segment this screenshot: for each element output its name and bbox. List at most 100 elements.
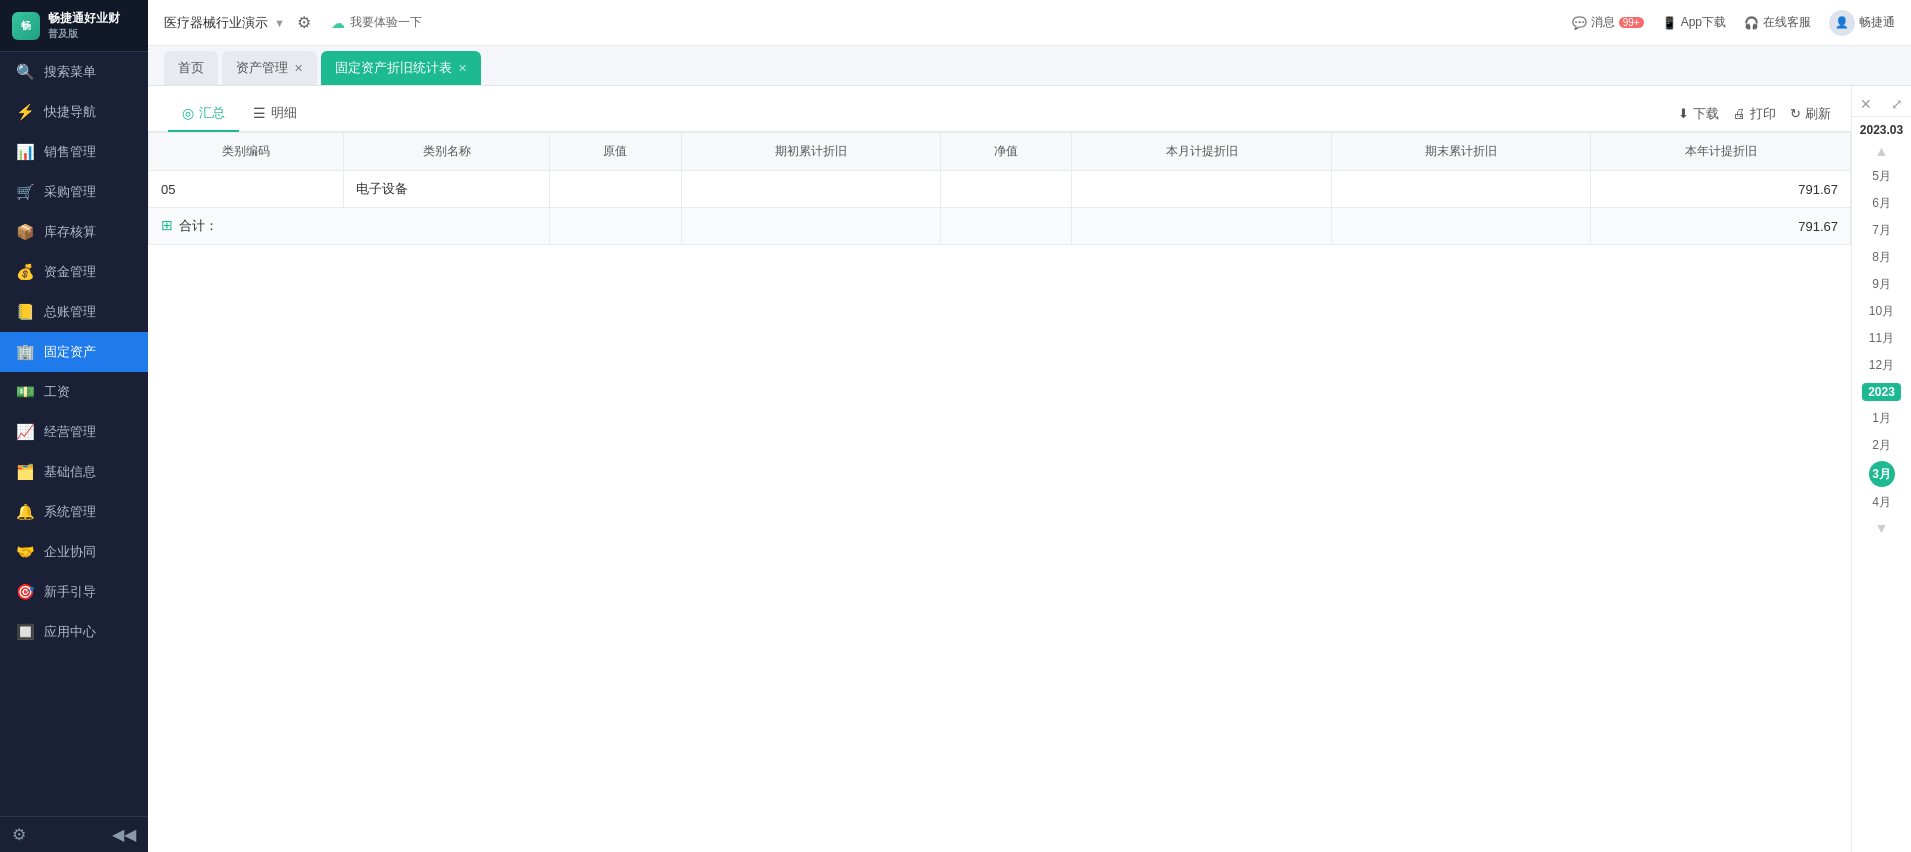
app-icon: 🔲 — [16, 623, 34, 641]
month-4[interactable]: 4月 — [1852, 489, 1911, 516]
app-download-button[interactable]: 📱 App下载 — [1662, 14, 1726, 31]
app-edition: 普及版 — [48, 27, 120, 41]
col-name: 类别名称 — [344, 133, 550, 171]
sidebar-item-label: 快捷导航 — [44, 103, 96, 121]
cell-net-value — [941, 171, 1072, 208]
close-asset-mgmt-tab[interactable]: ✕ — [294, 62, 303, 75]
sidebar-item-label: 库存核算 — [44, 223, 96, 241]
cell-accum-dep — [681, 171, 941, 208]
username: 畅捷通 — [1859, 14, 1895, 31]
print-button[interactable]: 🖨 打印 — [1733, 105, 1776, 123]
sidebar-item-quick-nav[interactable]: ⚡ 快捷导航 — [0, 92, 148, 132]
summary-monthly-dep — [1072, 208, 1332, 245]
download-button[interactable]: ⬇ 下载 — [1678, 105, 1719, 123]
app-logo: 畅 — [12, 12, 40, 40]
month-2[interactable]: 2月 — [1852, 432, 1911, 459]
refresh-button[interactable]: ↻ 刷新 — [1790, 105, 1831, 123]
month-3[interactable]: 3月 — [1869, 461, 1895, 487]
close-depreciation-tab[interactable]: ✕ — [458, 62, 467, 75]
tabs-bar: 首页 资产管理 ✕ 固定资产折旧统计表 ✕ — [148, 46, 1911, 86]
summary-annual-dep: 791.67 — [1591, 208, 1851, 245]
cell-annual-dep: 791.67 — [1591, 171, 1851, 208]
chart-icon: 📊 — [16, 143, 34, 161]
month-6[interactable]: 6月 — [1852, 190, 1911, 217]
bell-icon: 🔔 — [16, 503, 34, 521]
online-service-label: 在线客服 — [1763, 14, 1811, 31]
sidebar-item-operations[interactable]: 📈 经营管理 — [0, 412, 148, 452]
tab-depreciation[interactable]: 固定资产折旧统计表 ✕ — [321, 51, 481, 85]
sidebar-item-cooperation[interactable]: 🤝 企业协同 — [0, 532, 148, 572]
detail-tab-icon: ☰ — [253, 105, 266, 121]
headset-icon: 🎧 — [1744, 16, 1759, 30]
guide-icon: 🎯 — [16, 583, 34, 601]
sidebar-item-guide[interactable]: 🎯 新手引导 — [0, 572, 148, 612]
settings-icon[interactable]: ⚙ — [12, 825, 26, 844]
table-summary-row: ⊞ 合计： 791.67 — [149, 208, 1851, 245]
right-panel-expand[interactable]: ⤢ — [1891, 96, 1903, 112]
avatar: 👤 — [1829, 10, 1855, 36]
sidebar-item-label: 总账管理 — [44, 303, 96, 321]
month-8[interactable]: 8月 — [1852, 244, 1911, 271]
sub-tab-detail[interactable]: ☰ 明细 — [239, 96, 311, 132]
rp-content: 2023.03 ▲ 5月 6月 7月 8月 9月 10月 11月 12月 202… — [1852, 117, 1911, 540]
folder-icon: 🗂️ — [16, 463, 34, 481]
rp-nav-down[interactable]: ▼ — [1871, 516, 1893, 540]
notification-count: 99+ — [1619, 17, 1644, 28]
sidebar-item-label: 系统管理 — [44, 503, 96, 521]
right-panel-close[interactable]: ✕ — [1860, 96, 1872, 112]
col-net-value: 净值 — [941, 133, 1072, 171]
online-service-button[interactable]: 🎧 在线客服 — [1744, 14, 1811, 31]
sidebar-item-finance[interactable]: 💰 资金管理 — [0, 252, 148, 292]
notifications-label: 消息 — [1591, 14, 1615, 31]
sidebar-item-inventory[interactable]: 📦 库存核算 — [0, 212, 148, 252]
rp-nav-up[interactable]: ▲ — [1871, 139, 1893, 163]
sidebar-item-sales[interactable]: 📊 销售管理 — [0, 132, 148, 172]
topbar: 医疗器械行业演示 ▼ ⚙ ☁ 我要体验一下 💬 消息 99+ 📱 App下载 🎧… — [148, 0, 1911, 46]
experience-label: 我要体验一下 — [350, 14, 422, 31]
settings-button[interactable]: ⚙ — [297, 13, 311, 32]
ledger-icon: 📒 — [16, 303, 34, 321]
sidebar-item-system[interactable]: 🔔 系统管理 — [0, 492, 148, 532]
company-selector[interactable]: 医疗器械行业演示 ▼ — [164, 14, 285, 32]
tab-home[interactable]: 首页 — [164, 51, 218, 85]
sub-tab-summary[interactable]: ◎ 汇总 — [168, 96, 239, 132]
sidebar-header: 畅 畅捷通好业财 普及版 — [0, 0, 148, 52]
company-dropdown-icon: ▼ — [274, 17, 285, 29]
print-icon: 🖨 — [1733, 106, 1746, 121]
sidebar-item-label: 销售管理 — [44, 143, 96, 161]
cart-icon: 🛒 — [16, 183, 34, 201]
user-menu[interactable]: 👤 畅捷通 — [1829, 10, 1895, 36]
month-12[interactable]: 12月 — [1852, 352, 1911, 379]
month-1[interactable]: 1月 — [1852, 405, 1911, 432]
month-5[interactable]: 5月 — [1852, 163, 1911, 190]
collapse-icon[interactable]: ◀◀ — [112, 825, 136, 844]
sidebar-item-ledger[interactable]: 📒 总账管理 — [0, 292, 148, 332]
sidebar-item-fixed-assets[interactable]: 🏢 固定资产 — [0, 332, 148, 372]
month-9[interactable]: 9月 — [1852, 271, 1911, 298]
app-download-label: App下载 — [1681, 14, 1726, 31]
tab-asset-mgmt[interactable]: 资产管理 ✕ — [222, 51, 317, 85]
company-name: 医疗器械行业演示 — [164, 14, 268, 32]
building-icon: 🏢 — [16, 343, 34, 361]
right-panel: ✕ ⤢ 2023.03 ▲ 5月 6月 7月 8月 9月 10月 11月 12月… — [1851, 86, 1911, 852]
tab-home-label: 首页 — [178, 59, 204, 77]
notifications-button[interactable]: 💬 消息 99+ — [1572, 14, 1644, 31]
sidebar-item-payroll[interactable]: 💵 工资 — [0, 372, 148, 412]
month-10[interactable]: 10月 — [1852, 298, 1911, 325]
sidebar-item-label: 搜索菜单 — [44, 63, 96, 81]
month-11[interactable]: 11月 — [1852, 325, 1911, 352]
sidebar-item-app-center[interactable]: 🔲 应用中心 — [0, 612, 148, 652]
ops-icon: 📈 — [16, 423, 34, 441]
sidebar-item-purchase[interactable]: 🛒 采购管理 — [0, 172, 148, 212]
sidebar-item-search[interactable]: 🔍 搜索菜单 — [0, 52, 148, 92]
topbar-right: 💬 消息 99+ 📱 App下载 🎧 在线客服 👤 畅捷通 — [1572, 10, 1895, 36]
tab-asset-mgmt-label: 资产管理 — [236, 59, 288, 77]
experience-button[interactable]: ☁ 我要体验一下 — [331, 14, 422, 31]
sidebar-item-label: 应用中心 — [44, 623, 96, 641]
sub-tabs: ◎ 汇总 ☰ 明细 ⬇ 下载 🖨 打印 — [148, 86, 1851, 132]
month-7[interactable]: 7月 — [1852, 217, 1911, 244]
sidebar-item-label: 固定资产 — [44, 343, 96, 361]
refresh-icon: ↻ — [1790, 106, 1801, 121]
sidebar-item-basic-info[interactable]: 🗂️ 基础信息 — [0, 452, 148, 492]
lightning-icon: ⚡ — [16, 103, 34, 121]
